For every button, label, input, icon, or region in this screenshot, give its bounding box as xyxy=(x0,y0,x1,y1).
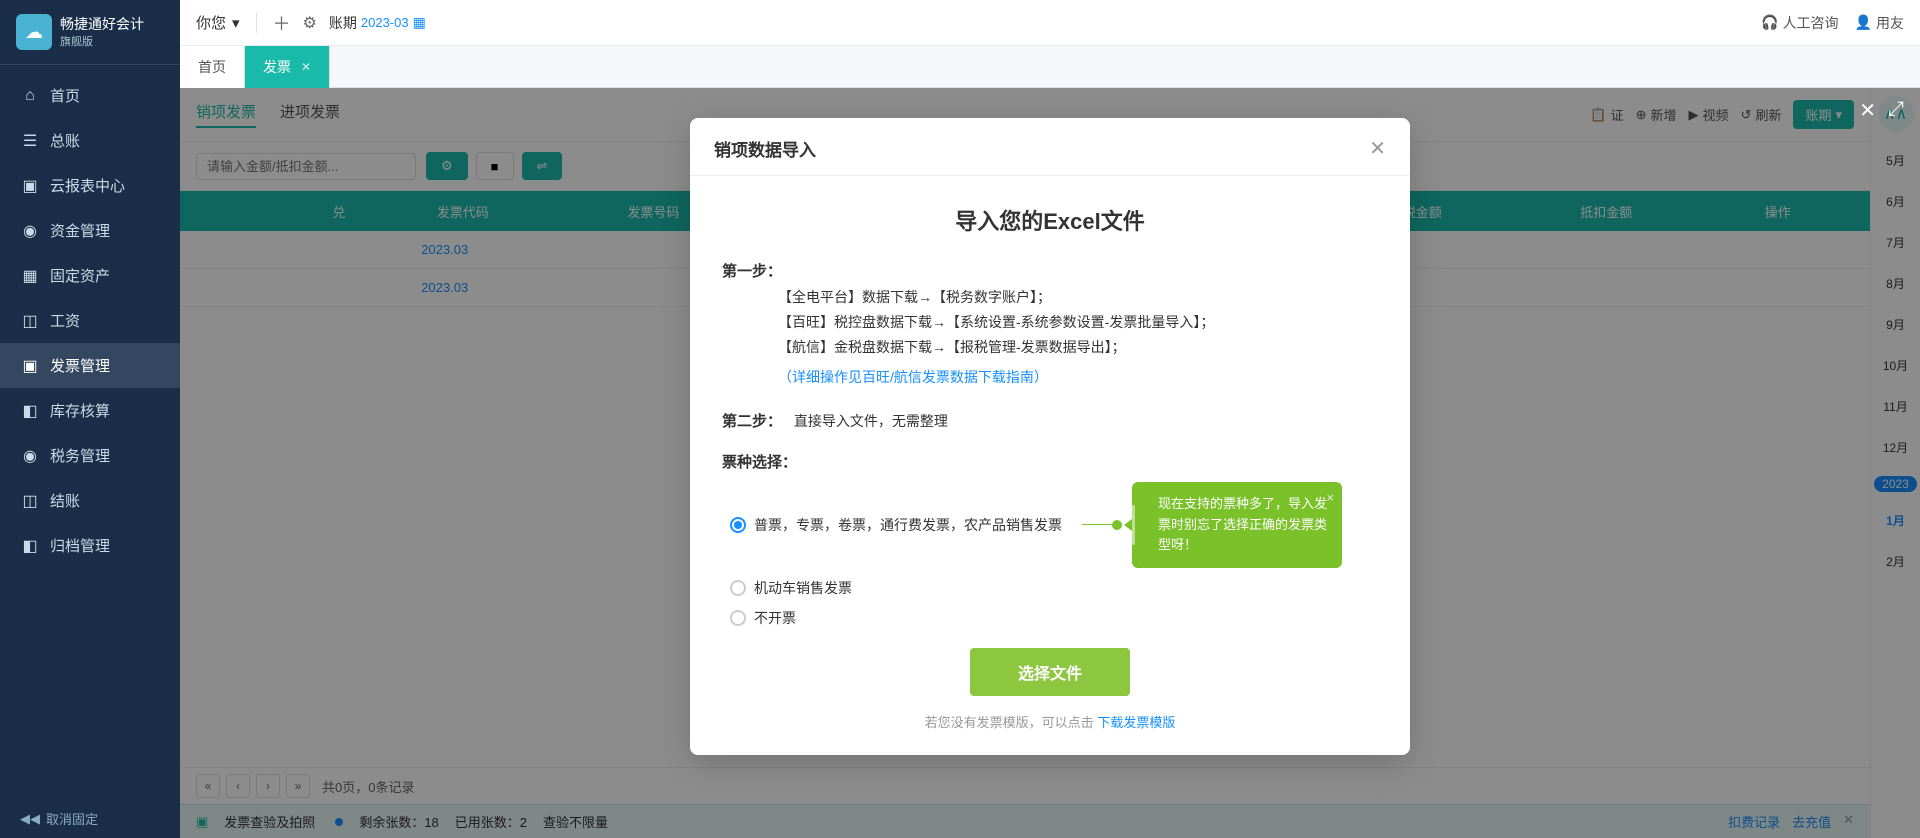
radio-item-1[interactable]: 普票，专票，卷票，通行费发票，农产品销售发票 xyxy=(730,515,1062,535)
sidebar-item-home[interactable]: ⌂ 首页 xyxy=(0,73,180,118)
fund-icon: ◉ xyxy=(20,221,40,241)
topbar-add-button[interactable]: ＋ xyxy=(273,10,291,36)
radio-item-2[interactable]: 机动车销售发票 xyxy=(730,578,1378,598)
radio-circle-2 xyxy=(730,580,746,596)
radio-inner-1 xyxy=(734,521,742,529)
tooltip-text: 现在支持的票种多了，导入发票时别忘了选择正确的发票类型呀！ xyxy=(1146,494,1328,556)
radio-label-1: 普票，专票，卷票，通行费发票，农产品销售发票 xyxy=(754,515,1062,535)
tooltip-bubble: 现在支持的票种多了，导入发票时别忘了选择正确的发票类型呀！ × xyxy=(1132,482,1342,568)
checkout-icon: ◫ xyxy=(20,491,40,511)
modal-overlay: ✕ ⤢ 销项数据导入 ✕ 导入您的Excel文件 第一步： xyxy=(180,88,1920,838)
sidebar-item-salary[interactable]: ◫ 工资 xyxy=(0,298,180,343)
radio-group: 普票，专票，卷票，通行费发票，农产品销售发票 xyxy=(730,482,1378,628)
import-dialog: 销项数据导入 ✕ 导入您的Excel文件 第一步： 【全电平台】数据下载→【税务… xyxy=(690,118,1410,755)
main-area: 你您 ▾ ＋ ⚙ 账期 2023-03 ▦ 🎧 人工咨询 👤 用友 xyxy=(180,0,1920,838)
tooltip-close-button[interactable]: × xyxy=(1326,488,1334,509)
download-template-link[interactable]: 下载发票模版 xyxy=(1097,715,1175,730)
dialog-body: 导入您的Excel文件 第一步： 【全电平台】数据下载→【税务数字账户】； 【百… xyxy=(690,176,1410,755)
sidebar-item-ledger[interactable]: ☰ 总账 xyxy=(0,118,180,163)
topbar-settings-icon[interactable]: ⚙ xyxy=(303,13,317,33)
calendar-icon[interactable]: ▦ xyxy=(413,14,426,31)
sidebar-item-fund[interactable]: ◉ 资金管理 xyxy=(0,208,180,253)
logo-icon: ☁ xyxy=(16,14,52,50)
radio-label-3: 不开票 xyxy=(754,608,796,628)
content-area: 销项发票 进项发票 📋 证 ⊕ 新增 ▶ xyxy=(180,88,1920,838)
headset-icon: 🎧 xyxy=(1761,14,1778,31)
sidebar-item-assets[interactable]: ▦ 固定资产 xyxy=(0,253,180,298)
tab-close-invoice[interactable]: ✕ xyxy=(301,60,311,74)
user-button[interactable]: 👤 用友 xyxy=(1855,13,1904,33)
consult-button[interactable]: 🎧 人工咨询 xyxy=(1761,13,1838,33)
user-icon: 👤 xyxy=(1855,14,1872,31)
sidebar-nav: ⌂ 首页 ☰ 总账 ▣ 云报表中心 ◉ 资金管理 ▦ 固定资产 ◫ 工资 xyxy=(0,65,180,799)
step1-label: 第一步： xyxy=(722,263,782,280)
sidebar-item-checkout[interactable]: ◫ 结账 xyxy=(0,478,180,523)
unpin-icon: ◀◀ xyxy=(20,811,40,827)
radio-circle-3 xyxy=(730,610,746,626)
step2-content: 直接导入文件，无需整理 xyxy=(794,413,948,429)
step1-content: 【全电平台】数据下载→【税务数字账户】； 【百旺】税控盘数据下载→【系统设置-系… xyxy=(778,285,1378,390)
step2-block: 第二步： 直接导入文件，无需整理 xyxy=(722,410,1378,431)
sidebar-item-invoice[interactable]: ▣ 发票管理 xyxy=(0,343,180,388)
step1-line2: 【百旺】税控盘数据下载→【系统设置-系统参数设置-发票批量导入】； xyxy=(778,310,1378,335)
reports-icon: ▣ xyxy=(20,176,40,196)
topbar-divider1 xyxy=(256,13,257,33)
company-selector[interactable]: 你您 ▾ xyxy=(196,12,240,33)
inventory-icon: ◧ xyxy=(20,401,40,421)
topbar: 你您 ▾ ＋ ⚙ 账期 2023-03 ▦ 🎧 人工咨询 👤 用友 xyxy=(180,0,1920,46)
archive-icon: ◧ xyxy=(20,536,40,556)
sidebar-item-reports[interactable]: ▣ 云报表中心 xyxy=(0,163,180,208)
tabs-bar: 首页 发票 ✕ xyxy=(180,46,1920,88)
tab-invoice[interactable]: 发票 ✕ xyxy=(245,46,330,88)
step1-line3: 【航信】金税盘数据下载→【报税管理-发票数据导出】； xyxy=(778,335,1378,360)
invoice-icon: ▣ xyxy=(20,356,40,376)
topbar-right: 🎧 人工咨询 👤 用友 xyxy=(1761,13,1904,33)
ledger-icon: ☰ xyxy=(20,131,40,151)
dialog-title: 销项数据导入 xyxy=(714,136,816,161)
select-file-button[interactable]: 选择文件 xyxy=(970,648,1130,696)
step1-block: 第一步： 【全电平台】数据下载→【税务数字账户】； 【百旺】税控盘数据下载→【系… xyxy=(722,260,1378,390)
radio-label-2: 机动车销售发票 xyxy=(754,578,852,598)
tooltip-bar xyxy=(1132,505,1135,545)
assets-icon: ▦ xyxy=(20,266,40,286)
dialog-main-title: 导入您的Excel文件 xyxy=(722,204,1378,236)
ticket-select-section: 票种选择： 普票，专票，卷票，通行费发票，农产品销售发票 xyxy=(722,451,1378,628)
window-controls: ✕ ⤢ xyxy=(1859,98,1904,123)
window-close-button[interactable]: ✕ xyxy=(1859,98,1876,123)
dialog-close-button[interactable]: ✕ xyxy=(1369,136,1386,161)
step1-line1: 【全电平台】数据下载→【税务数字账户】； xyxy=(778,285,1378,310)
sidebar-cancel-fixed[interactable]: ◀◀ 取消固定 xyxy=(0,799,180,838)
step1-link-row: （详细操作见百旺/航信发票数据下载指南） xyxy=(778,365,1378,390)
radio-row-1: 普票，专票，卷票，通行费发票，农产品销售发票 xyxy=(730,482,1378,568)
radio-circle-1 xyxy=(730,517,746,533)
dialog-header: 销项数据导入 ✕ xyxy=(690,118,1410,176)
connector-line xyxy=(1082,524,1112,525)
sidebar-item-inventory[interactable]: ◧ 库存核算 xyxy=(0,388,180,433)
window-maximize-button[interactable]: ⤢ xyxy=(1888,98,1904,123)
topbar-period: 账期 2023-03 ▦ xyxy=(329,13,426,33)
logo-text: 畅捷通好会计 旗舰版 xyxy=(60,15,144,49)
radio-item-3[interactable]: 不开票 xyxy=(730,608,1378,628)
salary-icon: ◫ xyxy=(20,311,40,331)
template-hint: 若您没有发票模版，可以点击 下载发票模版 xyxy=(722,712,1378,731)
sidebar: ☁ 畅捷通好会计 旗舰版 ⌂ 首页 ☰ 总账 ▣ 云报表中心 ◉ 资金管理 xyxy=(0,0,180,838)
step1-guide-link[interactable]: （详细操作见百旺/航信发票数据下载指南） xyxy=(778,369,1048,385)
ticket-label: 票种选择： xyxy=(722,451,797,472)
connector-dot xyxy=(1112,520,1122,530)
cloud-icon: ☁ xyxy=(25,22,43,43)
tooltip-connector xyxy=(1082,520,1122,530)
tab-home[interactable]: 首页 xyxy=(180,46,245,88)
step2-label: 第二步： xyxy=(722,413,782,430)
sidebar-logo: ☁ 畅捷通好会计 旗舰版 xyxy=(0,0,180,65)
home-icon: ⌂ xyxy=(20,87,40,105)
chevron-down-icon: ▾ xyxy=(232,14,240,32)
tax-icon: ◉ xyxy=(20,446,40,466)
sidebar-item-archive[interactable]: ◧ 归档管理 xyxy=(0,523,180,568)
sidebar-item-tax[interactable]: ◉ 税务管理 xyxy=(0,433,180,478)
